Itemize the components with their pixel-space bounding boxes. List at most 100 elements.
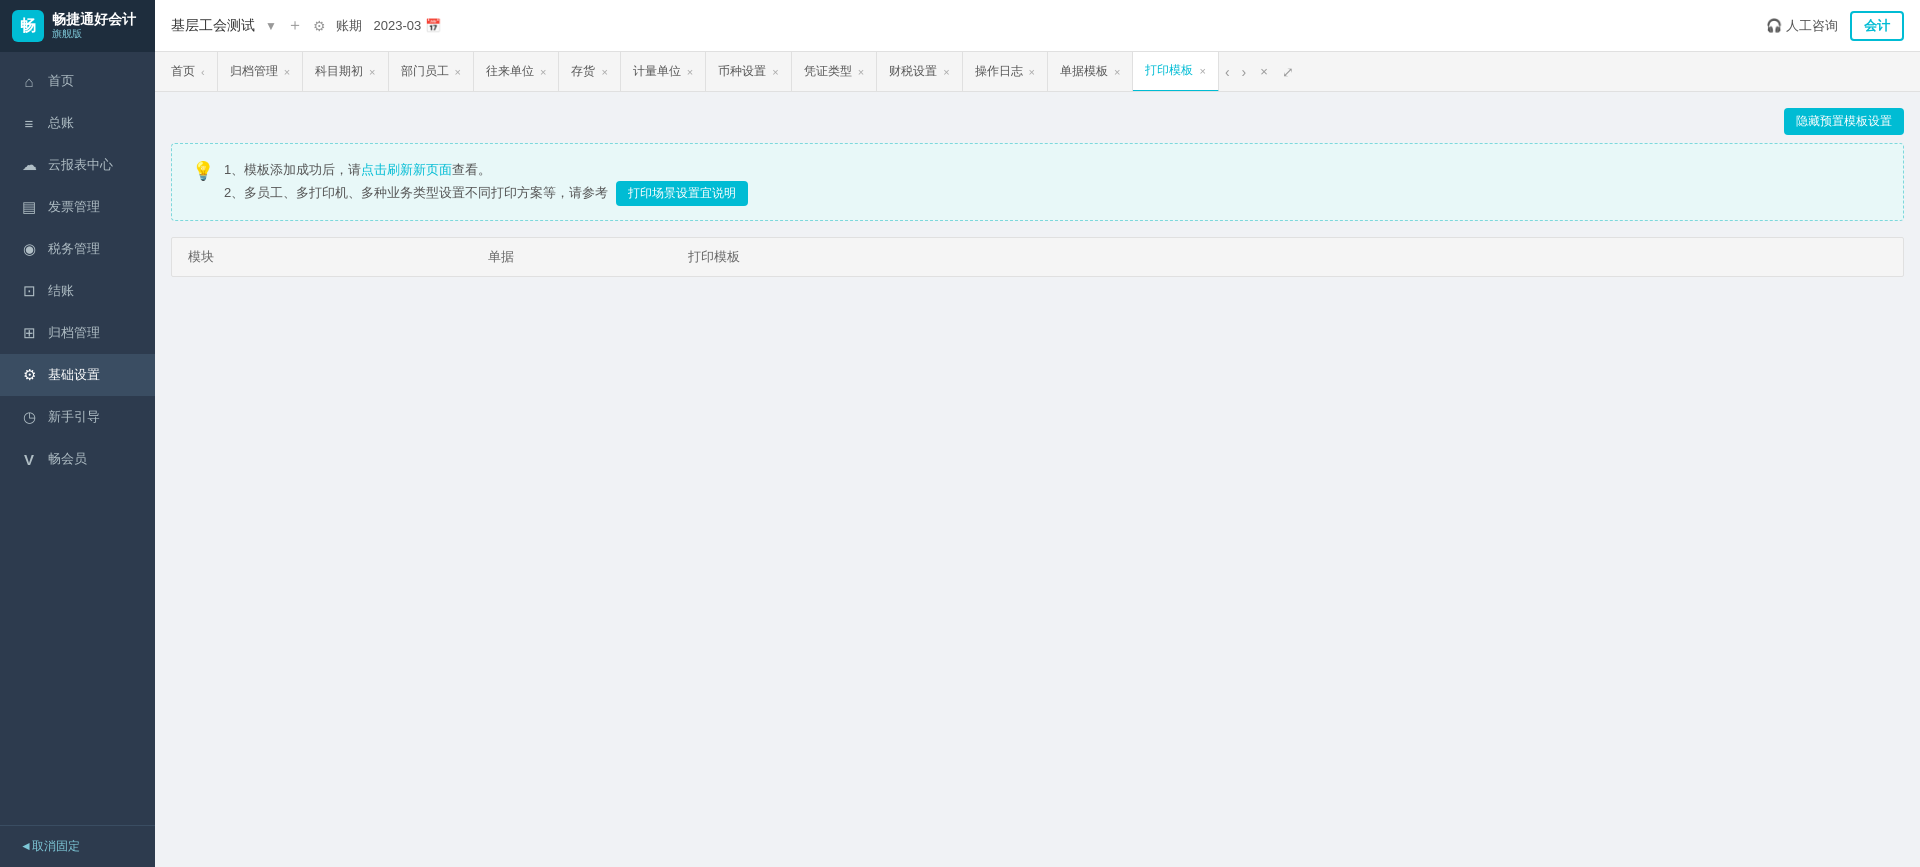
tab-close-icon[interactable]: × — [772, 66, 778, 78]
logo-title: 畅捷通好会计 — [52, 11, 136, 28]
sidebar-item-tax[interactable]: ◉ 税务管理 — [0, 228, 155, 270]
notice-refresh-link[interactable]: 点击刷新新页面 — [361, 162, 452, 177]
unpin-button[interactable]: ◄取消固定 — [0, 825, 155, 867]
tab-label: 往来单位 — [486, 63, 534, 80]
sidebar-item-home[interactable]: ⌂ 首页 — [0, 60, 155, 102]
tabbar: 首页 ‹ 归档管理 × 科目期初 × 部门员工 × 往来单位 × 存货 × 计量… — [155, 52, 1920, 92]
tab-subject[interactable]: 科目期初 × — [303, 52, 388, 92]
sidebar-item-label: 归档管理 — [48, 324, 100, 342]
tab-label: 部门员工 — [401, 63, 449, 80]
main-area: 基层工会测试 ▼ ＋ ⚙ 账期 2023-03 📅 🎧 人工咨询 会计 首页 ‹… — [155, 0, 1920, 867]
notice-line1: 1、模板添加成功后，请点击刷新新页面查看。 — [224, 158, 748, 181]
sidebar-logo: 畅 畅捷通好会计 旗舰版 — [0, 0, 155, 52]
tab-close-icon[interactable]: × — [540, 66, 546, 78]
tab-close-icon[interactable]: × — [455, 66, 461, 78]
sidebar-item-label: 云报表中心 — [48, 156, 113, 174]
service-button[interactable]: 🎧 人工咨询 — [1766, 17, 1838, 35]
tab-close-icon[interactable]: × — [1029, 66, 1035, 78]
hide-template-button[interactable]: 隐藏预置模板设置 — [1784, 108, 1904, 135]
archive-icon: ⊞ — [20, 324, 38, 342]
col-template: 打印模板 — [672, 238, 1903, 276]
topbar-right: 🎧 人工咨询 会计 — [1766, 11, 1904, 41]
tab-close-icon[interactable]: × — [1114, 66, 1120, 78]
sidebar-item-member[interactable]: V 畅会员 — [0, 438, 155, 480]
tab-label: 币种设置 — [718, 63, 766, 80]
tab-measure[interactable]: 计量单位 × — [621, 52, 706, 92]
sidebar-item-invoice[interactable]: ▤ 发票管理 — [0, 186, 155, 228]
tab-billtemplate[interactable]: 单据模板 × — [1048, 52, 1133, 92]
tab-label: 归档管理 — [230, 63, 278, 80]
top-right-area: 隐藏预置模板设置 — [171, 108, 1904, 135]
tab-inventory[interactable]: 存货 × — [559, 52, 620, 92]
logo-icon: 畅 — [12, 10, 44, 42]
notice-line1-suffix: 查看。 — [452, 162, 491, 177]
sidebar-item-archive[interactable]: ⊞ 归档管理 — [0, 312, 155, 354]
print-scene-button[interactable]: 打印场景设置宜说明 — [616, 181, 748, 206]
notice-line2-prefix: 2、多员工、多打印机、多种业务类型设置不同打印方案等，请参考 — [224, 185, 608, 200]
content-area: 隐藏预置模板设置 💡 1、模板添加成功后，请点击刷新新页面查看。 2、多员工、多… — [155, 92, 1920, 867]
sidebar-item-label: 首页 — [48, 72, 74, 90]
sidebar-item-report[interactable]: ☁ 云报表中心 — [0, 144, 155, 186]
notice-line2: 2、多员工、多打印机、多种业务类型设置不同打印方案等，请参考 打印场景设置宜说明 — [224, 181, 748, 206]
tab-prev-button[interactable]: ‹ — [1219, 52, 1236, 92]
tab-home[interactable]: 首页 ‹ — [159, 52, 218, 92]
tab-supplier[interactable]: 往来单位 × — [474, 52, 559, 92]
tab-printtemplate[interactable]: 打印模板 × — [1133, 52, 1218, 92]
tab-next-button[interactable]: › — [1236, 52, 1253, 92]
tab-close-icon[interactable]: × — [601, 66, 607, 78]
company-name: 基层工会测试 — [171, 17, 255, 35]
period-label: 账期 2023-03 📅 — [336, 17, 441, 35]
sidebar-item-label: 发票管理 — [48, 198, 100, 216]
tab-label: 科目期初 — [315, 63, 363, 80]
col-module: 模块 — [172, 238, 472, 276]
close-all-tabs-button[interactable]: × — [1252, 52, 1276, 92]
settings-icon: ⚙ — [20, 366, 38, 384]
tab-label: 财税设置 — [889, 63, 937, 80]
home-icon: ⌂ — [20, 73, 38, 90]
sidebar-item-checkout[interactable]: ⊡ 结账 — [0, 270, 155, 312]
col-bill: 单据 — [472, 238, 672, 276]
tab-taxsetting[interactable]: 财税设置 × — [877, 52, 962, 92]
checkout-icon: ⊡ — [20, 282, 38, 300]
add-tab-icon[interactable]: ＋ — [287, 15, 303, 36]
sidebar-item-settings[interactable]: ⚙ 基础设置 — [0, 354, 155, 396]
sidebar-item-label: 总账 — [48, 114, 74, 132]
tab-vouchertype[interactable]: 凭证类型 × — [792, 52, 877, 92]
tab-label: 操作日志 — [975, 63, 1023, 80]
logo-sub: 旗舰版 — [52, 27, 136, 41]
sidebar-item-label: 税务管理 — [48, 240, 100, 258]
tab-close-icon[interactable]: × — [1199, 65, 1205, 77]
sidebar-item-label: 基础设置 — [48, 366, 100, 384]
tab-label: 存货 — [571, 63, 595, 80]
cloud-icon: ☁ — [20, 156, 38, 174]
tab-archive[interactable]: 归档管理 × — [218, 52, 303, 92]
tab-close-icon[interactable]: × — [858, 66, 864, 78]
tab-close-icon[interactable]: × — [943, 66, 949, 78]
sidebar-item-label: 新手引导 — [48, 408, 100, 426]
tab-currency[interactable]: 币种设置 × — [706, 52, 791, 92]
sidebar-item-label: 结账 — [48, 282, 74, 300]
sidebar-nav: ⌂ 首页 ≡ 总账 ☁ 云报表中心 ▤ 发票管理 ◉ 税务管理 ⊡ 结账 ⊞ 归… — [0, 52, 155, 825]
tab-label: 单据模板 — [1060, 63, 1108, 80]
headset-icon: 🎧 — [1766, 18, 1782, 33]
tab-close-icon[interactable]: × — [687, 66, 693, 78]
calendar-icon[interactable]: 📅 — [425, 18, 441, 33]
tax-icon: ◉ — [20, 240, 38, 258]
tab-label: 首页 — [171, 63, 195, 80]
sidebar-item-ledger[interactable]: ≡ 总账 — [0, 102, 155, 144]
sidebar-item-guide[interactable]: ◷ 新手引导 — [0, 396, 155, 438]
tab-nav-left[interactable]: ‹ — [201, 66, 205, 78]
guide-icon: ◷ — [20, 408, 38, 426]
tab-expand-button[interactable]: ⤢ — [1276, 52, 1300, 92]
settings-icon[interactable]: ⚙ — [313, 18, 326, 34]
tab-label: 计量单位 — [633, 63, 681, 80]
tab-close-icon[interactable]: × — [369, 66, 375, 78]
tab-close-icon[interactable]: × — [284, 66, 290, 78]
kuaiji-button[interactable]: 会计 — [1850, 11, 1904, 41]
sidebar-item-label: 畅会员 — [48, 450, 87, 468]
tab-oplog[interactable]: 操作日志 × — [963, 52, 1048, 92]
company-dropdown-icon[interactable]: ▼ — [265, 19, 277, 33]
bulb-icon: 💡 — [192, 160, 214, 182]
tab-dept[interactable]: 部门员工 × — [389, 52, 474, 92]
service-label: 人工咨询 — [1786, 17, 1838, 35]
